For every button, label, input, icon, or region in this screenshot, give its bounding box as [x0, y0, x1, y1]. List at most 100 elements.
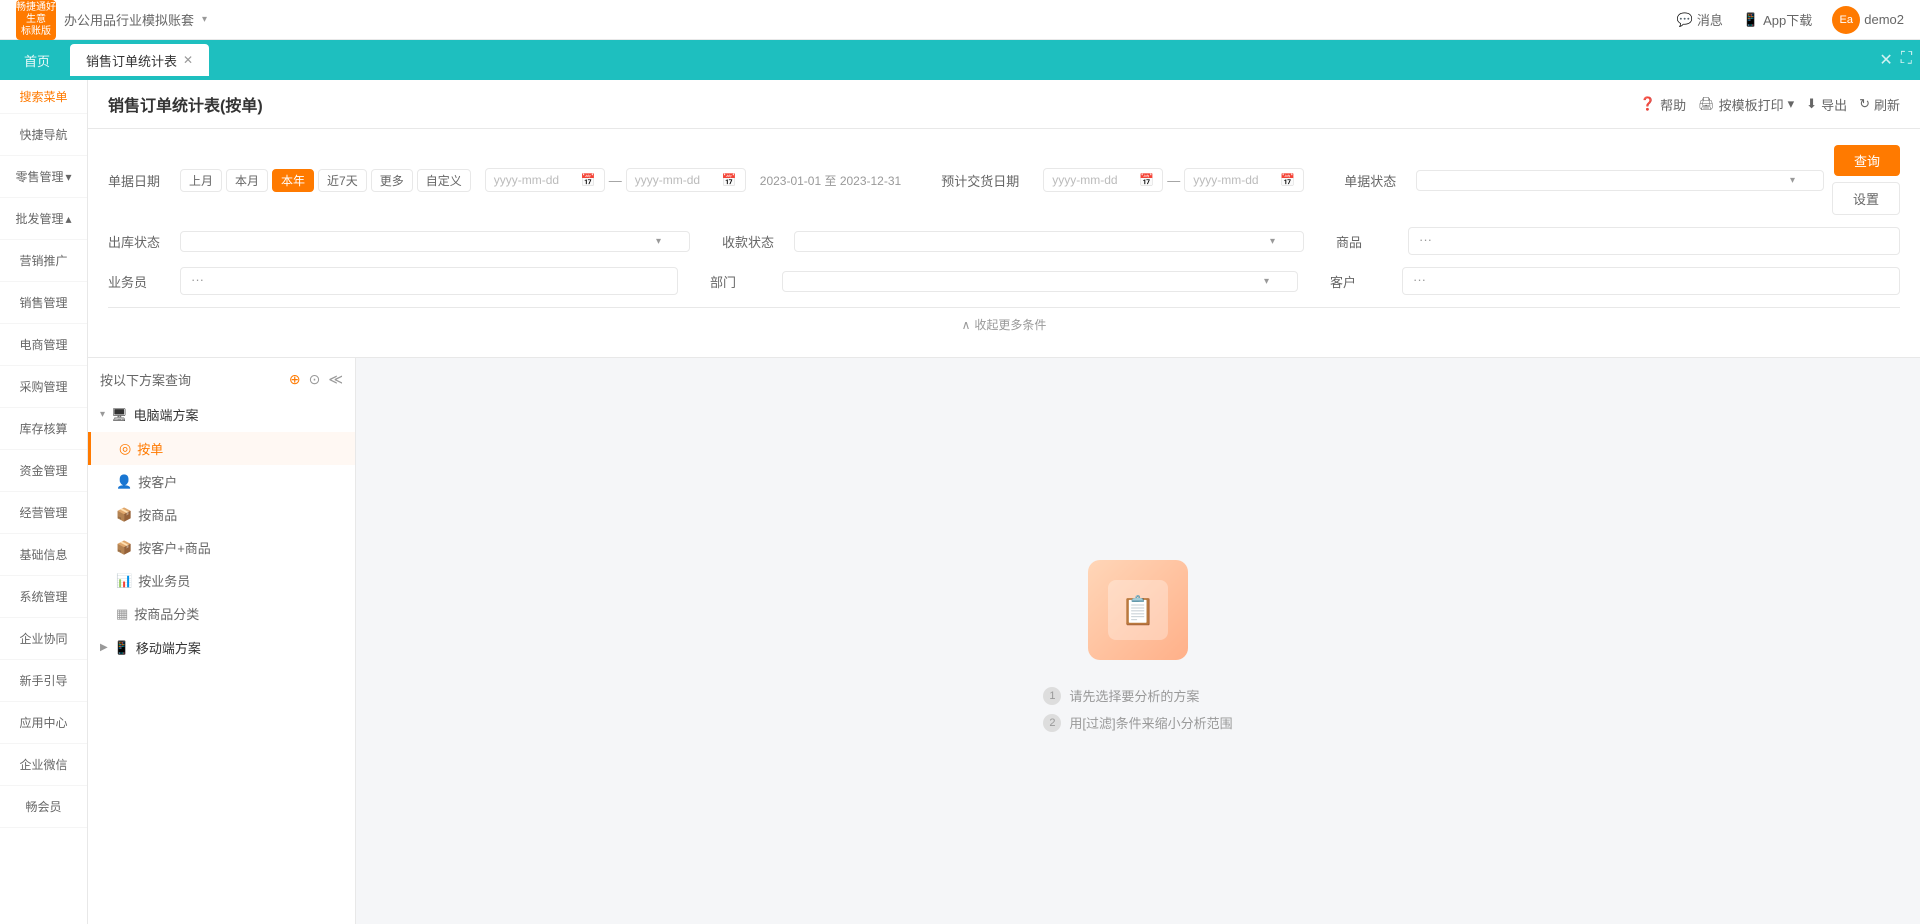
date-btn-this-year[interactable]: 本年	[272, 169, 314, 192]
salesperson-dots[interactable]: ···	[191, 272, 204, 287]
calendar-to-icon[interactable]: 📅	[722, 173, 737, 187]
expected-date-from-input[interactable]: yyyy-mm-dd 📅	[1043, 168, 1163, 192]
sidebar-item-quick-nav[interactable]: 快捷导航	[0, 114, 87, 156]
sidebar-item-system[interactable]: 系统管理	[0, 576, 87, 618]
refresh-scheme-icon[interactable]: ⊙	[309, 371, 321, 388]
sidebar-item-member[interactable]: 畅会员	[0, 786, 87, 828]
goods-input[interactable]: ···	[1408, 227, 1900, 255]
expected-date-to-input[interactable]: yyyy-mm-dd 📅	[1184, 168, 1304, 192]
date-btn-last-7-days[interactable]: 近7天	[318, 169, 367, 192]
expected-calendar-to-icon[interactable]: 📅	[1280, 173, 1295, 187]
collapse-btn[interactable]: ∧ 收起更多条件	[108, 307, 1900, 341]
export-btn[interactable]: ⬇ 导出	[1806, 95, 1847, 114]
tree-item-icon-cg: 📦	[116, 540, 132, 556]
left-panel-icons: ⊕ ⊙ ≪	[289, 371, 343, 388]
sidebar-item-wechat[interactable]: 企业微信	[0, 744, 87, 786]
sidebar-item-sales[interactable]: 销售管理	[0, 282, 87, 324]
tab-close-all-btn[interactable]: ✕	[1879, 50, 1892, 70]
sidebar-item-retail[interactable]: 零售管理 ▾	[0, 156, 87, 198]
salesperson-input[interactable]: ···	[180, 267, 678, 295]
refresh-btn[interactable]: ↻ 刷新	[1859, 95, 1900, 114]
receipt-status-arrow: ▾	[1270, 236, 1275, 247]
date-from-placeholder: yyyy-mm-dd	[494, 173, 559, 187]
logo-text: 畅捷通好生意标账版	[16, 2, 56, 38]
collapse-label: 收起更多条件	[974, 316, 1046, 333]
collapse-arrow-icon: ∧	[962, 318, 971, 332]
sidebar-item-newguide[interactable]: 新手引导	[0, 660, 87, 702]
export-icon: ⬇	[1806, 96, 1817, 112]
tab-sales-order-stats-label: 销售订单统计表	[86, 51, 177, 70]
settings-btn[interactable]: 设置	[1832, 182, 1900, 215]
sidebar-item-basic-info[interactable]: 基础信息	[0, 534, 87, 576]
sidebar: 搜索菜单 快捷导航 零售管理 ▾ 批发管理 ▴ 营销推广 销售管理 电商管理 采…	[0, 80, 88, 924]
expected-date-label: 预计交货日期	[941, 171, 1019, 190]
sidebar-item-marketing[interactable]: 营销推广	[0, 240, 87, 282]
sidebar-item-wholesale[interactable]: 批发管理 ▴	[0, 198, 87, 240]
salesperson-label: 业务员	[108, 272, 164, 291]
sidebar-item-ecommerce[interactable]: 电商管理	[0, 324, 87, 366]
tab-sales-order-stats[interactable]: 销售订单统计表 ✕	[70, 44, 209, 76]
left-panel-title: 按以下方案查询	[100, 370, 191, 389]
bill-status-select[interactable]: ▾	[1416, 170, 1824, 191]
date-btn-custom[interactable]: 自定义	[417, 169, 471, 192]
tree-item-by-goods-category[interactable]: ▦ 按商品分类	[88, 597, 355, 630]
tree-item-by-customer[interactable]: 👤 按客户	[88, 465, 355, 498]
retail-arrow: ▾	[65, 170, 71, 184]
tip-num-2: 2	[1043, 714, 1061, 732]
sidebar-item-finance[interactable]: 资金管理	[0, 450, 87, 492]
left-panel: 按以下方案查询 ⊕ ⊙ ≪ ▾ 🖥 电脑端方案 ◎ 按单	[88, 358, 356, 924]
help-btn[interactable]: ❓ 帮助	[1640, 95, 1686, 114]
tree-mobile-expand-icon: ▶	[100, 642, 108, 653]
print-dropdown-icon: ▾	[1788, 96, 1795, 112]
expected-date-to-placeholder: yyyy-mm-dd	[1193, 173, 1258, 187]
date-from-input[interactable]: yyyy-mm-dd 📅	[485, 168, 605, 192]
tree-item-by-salesperson[interactable]: 📊 按业务员	[88, 564, 355, 597]
tab-close-icon[interactable]: ✕	[183, 53, 193, 67]
logo: 畅捷通好生意标账版	[16, 0, 56, 40]
receipt-status-select[interactable]: ▾	[794, 231, 1304, 252]
wholesale-arrow: ▴	[65, 212, 71, 226]
filter-row-2: 出库状态 ▾ 收款状态 ▾ 商品 ···	[108, 227, 1900, 255]
add-scheme-icon[interactable]: ⊕	[289, 371, 301, 388]
expected-calendar-from-icon[interactable]: 📅	[1139, 173, 1154, 187]
help-label: 帮助	[1660, 95, 1686, 114]
tree-item-by-goods[interactable]: 📦 按商品	[88, 498, 355, 531]
goods-dots[interactable]: ···	[1419, 232, 1432, 247]
app-dropdown-icon[interactable]: ▾	[202, 14, 207, 25]
sidebar-item-purchase[interactable]: 采购管理	[0, 366, 87, 408]
app-download-btn[interactable]: 📱 App下载	[1743, 10, 1812, 29]
tree-item-icon-order: ◎	[119, 440, 131, 457]
tree-item-label-category: 按商品分类	[134, 604, 199, 623]
calendar-from-icon[interactable]: 📅	[581, 173, 596, 187]
date-btn-this-month[interactable]: 本月	[226, 169, 268, 192]
customer-input[interactable]: ···	[1402, 267, 1900, 295]
sidebar-search[interactable]: 搜索菜单	[0, 80, 87, 114]
tree-mobile: ▶ 📱 移动端方案	[88, 630, 355, 665]
tree-item-by-customer-goods[interactable]: 📦 按客户+商品	[88, 531, 355, 564]
sidebar-item-appcenter[interactable]: 应用中心	[0, 702, 87, 744]
collapse-panel-icon[interactable]: ≪	[328, 371, 343, 388]
tab-home[interactable]: 首页	[8, 44, 66, 76]
date-separator: —	[609, 173, 622, 188]
sidebar-item-enterprise[interactable]: 企业协同	[0, 618, 87, 660]
template-print-btn[interactable]: 🖨 按模板打印 ▾	[1698, 95, 1794, 114]
page-title: 销售订单统计表(按单)	[108, 92, 263, 128]
tree-item-by-order[interactable]: ◎ 按单	[88, 432, 355, 465]
department-select[interactable]: ▾	[782, 271, 1298, 292]
sidebar-item-operations[interactable]: 经营管理	[0, 492, 87, 534]
date-to-input[interactable]: yyyy-mm-dd 📅	[626, 168, 746, 192]
date-range-note: 2023-01-01 至 2023-12-31	[760, 172, 901, 189]
message-btn[interactable]: 💬 消息	[1677, 10, 1723, 29]
tab-fullscreen-btn[interactable]: ⛶	[1901, 50, 1912, 70]
ship-status-select[interactable]: ▾	[180, 231, 690, 252]
tree-parent-desktop[interactable]: ▾ 🖥 电脑端方案	[88, 397, 355, 432]
user-menu[interactable]: Ea demo2	[1832, 6, 1904, 34]
tree-parent-mobile[interactable]: ▶ 📱 移动端方案	[88, 630, 355, 665]
tree-expand-icon: ▾	[100, 409, 105, 420]
customer-dots[interactable]: ···	[1413, 272, 1426, 287]
tree-item-icon-goods: 📦	[116, 507, 132, 523]
sidebar-item-inventory[interactable]: 库存核算	[0, 408, 87, 450]
query-btn[interactable]: 查询	[1834, 145, 1900, 176]
date-btn-more[interactable]: 更多	[371, 169, 413, 192]
date-btn-last-month[interactable]: 上月	[180, 169, 222, 192]
